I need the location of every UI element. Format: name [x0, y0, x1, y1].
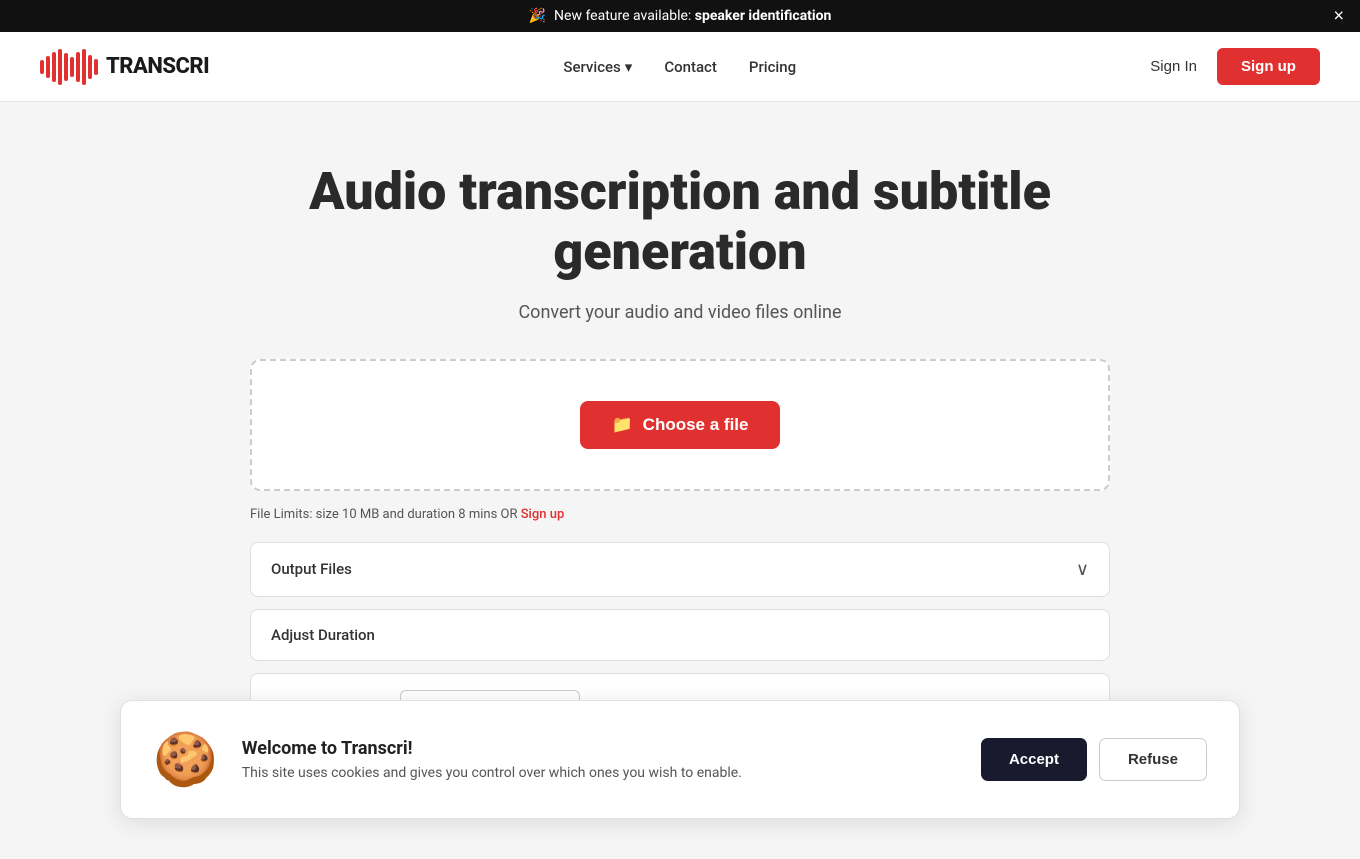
nav-links: Services ▾ Contact Pricing	[563, 57, 796, 76]
choose-file-button[interactable]: 📁 Choose a file	[580, 401, 781, 449]
sign-up-button[interactable]: Sign up	[1217, 48, 1320, 85]
upload-area[interactable]: 📁 Choose a file	[250, 359, 1110, 491]
logo-text: TRANSCRI	[106, 54, 209, 79]
announcement-banner: 🎉 New feature available: speaker identif…	[0, 0, 1360, 32]
cookie-actions: Accept Refuse	[981, 738, 1207, 781]
file-limits-signup-link[interactable]: Sign up	[521, 507, 565, 522]
chevron-down-icon: ▾	[625, 58, 633, 76]
hero-title: Audio transcription and subtitle generat…	[250, 162, 1110, 282]
cookie-description: This site uses cookies and gives you con…	[242, 765, 957, 781]
nav-pricing-link[interactable]: Pricing	[749, 58, 796, 76]
adjust-duration-header[interactable]: Adjust Duration	[251, 610, 1109, 660]
logo-waves-icon	[40, 49, 98, 85]
adjust-duration-accordion: Adjust Duration	[250, 609, 1110, 661]
chevron-down-icon: ∨	[1076, 559, 1089, 580]
nav-right: Sign In Sign up	[1150, 48, 1320, 85]
refuse-cookies-button[interactable]: Refuse	[1099, 738, 1207, 781]
cookie-title: Welcome to Transcri!	[242, 738, 957, 759]
folder-icon: 📁	[612, 415, 633, 435]
cookie-icon: 🍪	[153, 729, 218, 790]
close-banner-button[interactable]: ×	[1333, 6, 1344, 27]
hero-subtitle: Convert your audio and video files onlin…	[250, 302, 1110, 323]
navbar: TRANSCRI Services ▾ Contact Pricing Sign…	[0, 32, 1360, 102]
banner-text: New feature available: speaker identific…	[554, 8, 831, 24]
sign-in-button[interactable]: Sign In	[1150, 58, 1197, 75]
output-files-accordion: Output Files ∨	[250, 542, 1110, 597]
banner-emoji: 🎉	[529, 8, 546, 24]
cookie-text: Welcome to Transcri! This site uses cook…	[242, 738, 957, 781]
nav-contact-link[interactable]: Contact	[664, 58, 717, 76]
accept-cookies-button[interactable]: Accept	[981, 738, 1087, 781]
file-limits-text: File Limits: size 10 MB and duration 8 m…	[250, 507, 1110, 522]
logo[interactable]: TRANSCRI	[40, 49, 209, 85]
nav-services-link[interactable]: Services ▾	[563, 58, 632, 76]
output-files-header[interactable]: Output Files ∨	[251, 543, 1109, 596]
cookie-banner: 🍪 Welcome to Transcri! This site uses co…	[120, 700, 1240, 819]
